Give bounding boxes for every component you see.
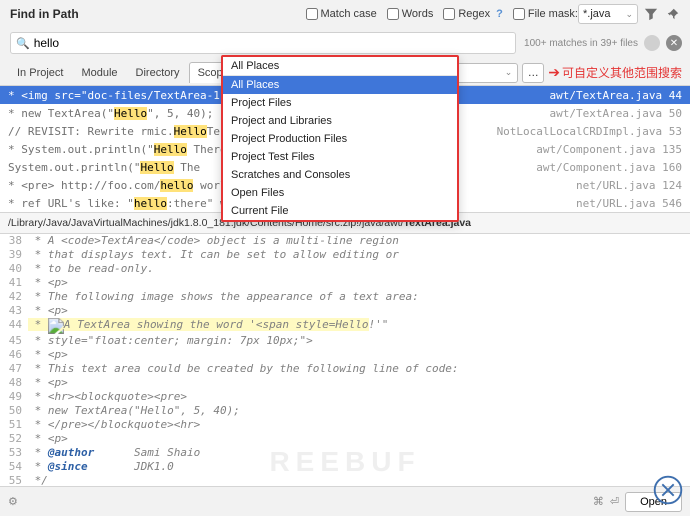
code-preview: 38 * A <code>TextArea</code> object is a…: [0, 234, 690, 486]
dialog-title: Find in Path: [10, 7, 79, 21]
match-case-checkbox[interactable]: Match case: [306, 8, 377, 20]
dropdown-item[interactable]: Project Test Files: [223, 148, 457, 166]
code-line: 43 * <p>: [0, 304, 690, 318]
code-line: 45 * style="float:center; margin: 7px 10…: [0, 334, 690, 348]
code-line: 54 * @since JDK1.0: [0, 460, 690, 474]
return-icon: ⏎: [610, 495, 619, 508]
pin-icon[interactable]: [664, 5, 682, 23]
dropdown-item[interactable]: Current File: [223, 202, 457, 220]
keyboard-icon: ⌘: [593, 495, 604, 508]
chevron-down-icon: ⌄: [625, 9, 633, 20]
code-line: 42 * The following image shows the appea…: [0, 290, 690, 304]
code-line: 46 * <p>: [0, 348, 690, 362]
code-line: 39 * that displays text. It can be set t…: [0, 248, 690, 262]
dropdown-item[interactable]: Project Files: [223, 94, 457, 112]
settings-icon[interactable]: ⚙: [8, 495, 18, 508]
dropdown-item[interactable]: Project Production Files: [223, 130, 457, 148]
scope-indicator-icon[interactable]: [644, 35, 660, 51]
filter-icon[interactable]: [642, 5, 660, 23]
code-line: 52 * <p>: [0, 432, 690, 446]
regex-help-icon[interactable]: ?: [496, 8, 503, 20]
code-line: 47 * This text area could be created by …: [0, 362, 690, 376]
regex-checkbox[interactable]: Regex?: [443, 8, 503, 20]
search-input-wrapper[interactable]: 🔍: [10, 32, 516, 54]
header-row: Find in Path Match case Words Regex? Fil…: [0, 0, 690, 28]
code-line: 48 * <p>: [0, 376, 690, 390]
dropdown-item[interactable]: Project and Libraries: [223, 112, 457, 130]
code-line: 55 */: [0, 474, 690, 486]
dropdown-item[interactable]: All Places: [223, 76, 457, 94]
scope-dropdown: All PlacesAll PlacesProject FilesProject…: [221, 55, 459, 222]
annotation-text: 可自定义其他范围搜索: [562, 64, 682, 81]
search-icon: 🔍: [16, 37, 30, 50]
dropdown-item[interactable]: Open Files: [223, 184, 457, 202]
code-line: 49 * <hr><blockquote><pre>: [0, 390, 690, 404]
clear-icon[interactable]: ✕: [666, 35, 682, 51]
code-line: 53 * @author Sami Shaio: [0, 446, 690, 460]
dropdown-item[interactable]: Scratches and Consoles: [223, 166, 457, 184]
match-count: 100+ matches in 39+ files: [524, 38, 638, 49]
badge-logo-icon: [648, 470, 688, 510]
code-line: 51 * </pre></blockquote><hr>: [0, 418, 690, 432]
tab-directory[interactable]: Directory: [127, 62, 189, 83]
tab-in-project[interactable]: In Project: [8, 62, 72, 83]
file-mask-select[interactable]: *.java ⌄: [578, 4, 638, 24]
file-mask-checkbox[interactable]: File mask:: [513, 8, 578, 20]
dropdown-item[interactable]: All Places: [223, 57, 457, 76]
tab-module[interactable]: Module: [72, 62, 126, 83]
words-checkbox[interactable]: Words: [387, 8, 434, 20]
code-line: 50 * new TextArea("Hello", 5, 40);: [0, 404, 690, 418]
search-input[interactable]: [34, 36, 510, 50]
footer: ⚙ ⌘ ⏎ Open: [0, 486, 690, 516]
code-line: 44 * Hello!'": [0, 318, 690, 334]
scope-more-button[interactable]: …: [522, 63, 544, 83]
code-line: 40 * to be read-only.: [0, 262, 690, 276]
annotation-arrow-icon: ➔: [548, 64, 560, 81]
chevron-down-icon: ⌄: [505, 67, 513, 78]
code-line: 41 * <p>: [0, 276, 690, 290]
code-line: 38 * A <code>TextArea</code> object is a…: [0, 234, 690, 248]
